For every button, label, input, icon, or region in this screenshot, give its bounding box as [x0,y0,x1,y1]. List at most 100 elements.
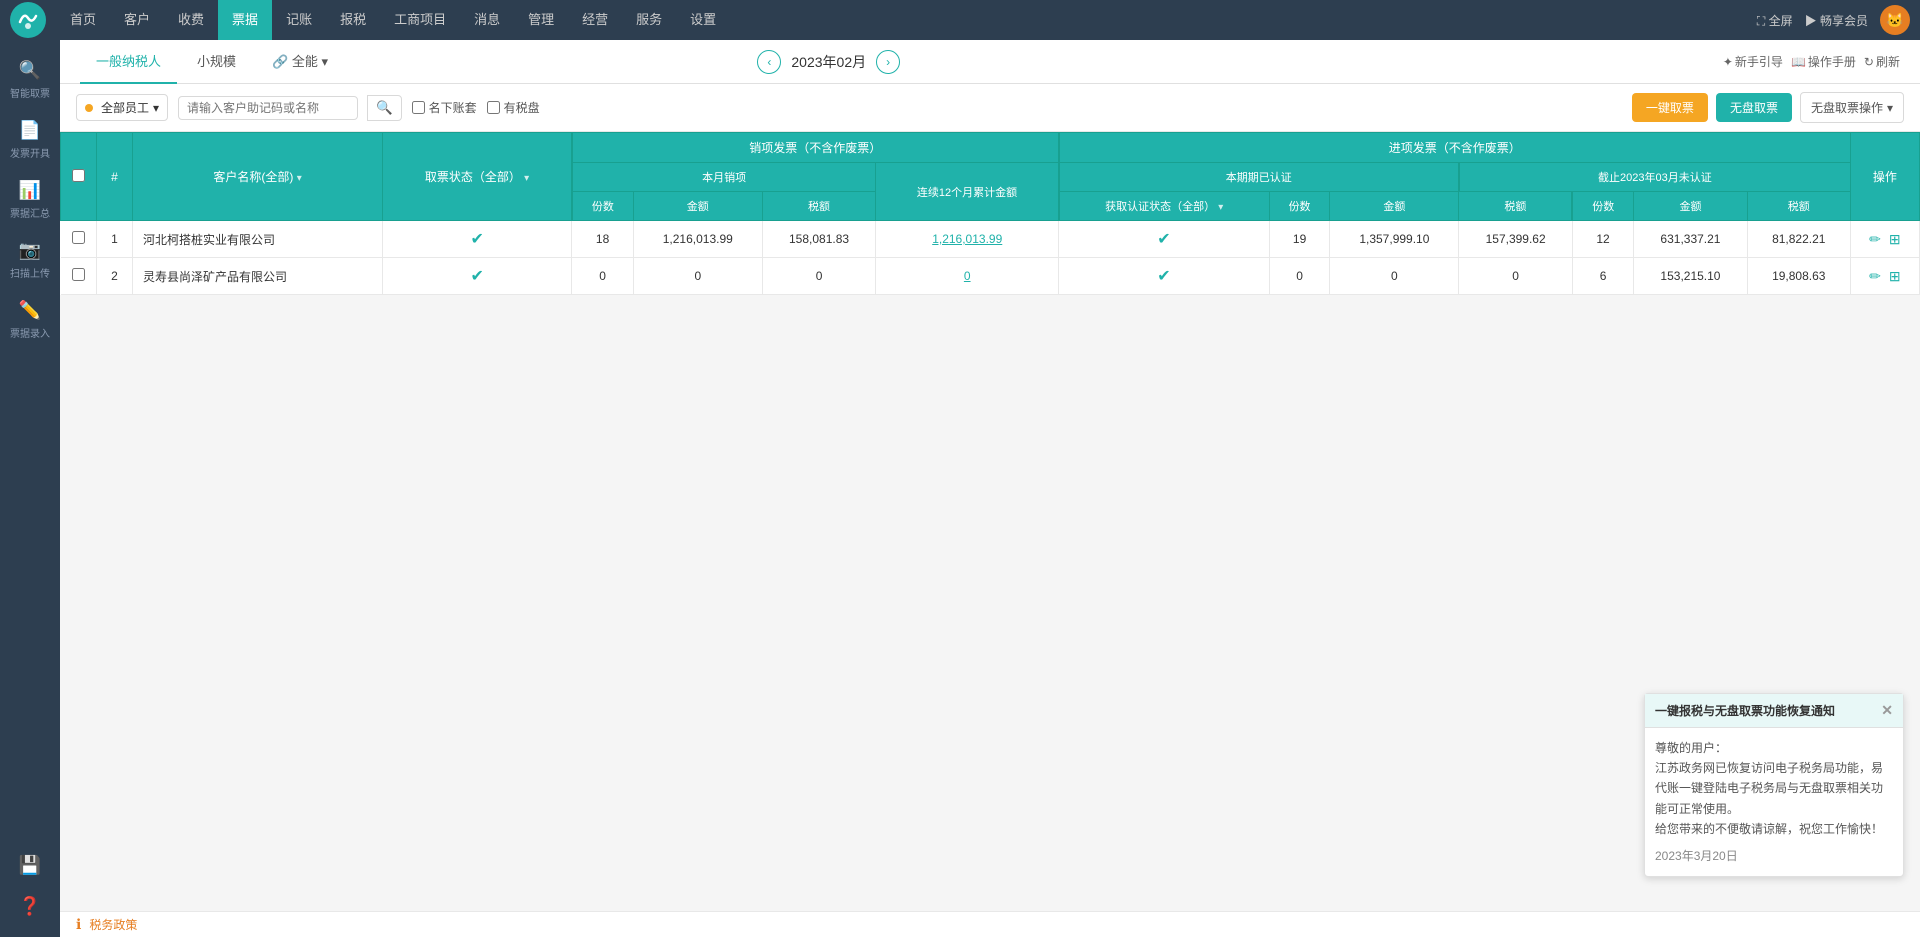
diskless-ops-button[interactable]: 无盘取票操作 ▾ [1800,92,1904,123]
entry-icon: ✏️ [19,300,41,321]
tab-small-scale[interactable]: 小规模 [181,40,252,84]
row-purchase-certified-tax: 157,399.62 [1459,221,1572,258]
smart-invoice-icon: 🔍 [19,60,41,81]
manual-button[interactable]: 📖 操作手册 [1791,53,1856,70]
row-company: 河北柯搭桩实业有限公司 [133,221,383,258]
staff-dot [85,104,93,112]
nav-item-invoice[interactable]: 票据 [218,0,272,40]
row-company: 灵寿县尚泽矿产品有限公司 [133,258,383,295]
save-icon: 💾 [19,855,41,876]
nav-item-manage[interactable]: 管理 [514,0,568,40]
checkbox-account[interactable]: 名下账套 [412,99,477,116]
th-purchase-certified-tax: 税额 [1459,192,1572,221]
member-button[interactable]: ▶ 畅享会员 [1805,12,1868,29]
help-icon: ❓ [19,896,41,917]
th-sales-qty: 份数 [572,192,633,221]
refresh-button[interactable]: ↻ 刷新 [1864,53,1900,70]
th-purchase-certified-amount: 金额 [1330,192,1459,221]
certify-filter-icon[interactable]: ▾ [1218,202,1223,213]
tax-policy-link[interactable]: 税务政策 [89,916,137,933]
cancel-filter-icon[interactable]: ▾ [524,173,529,184]
scan-icon: 📷 [19,240,41,261]
tax-icon: ℹ [76,916,81,933]
nav-item-tax[interactable]: 报税 [326,0,380,40]
open-invoice-icon: 📄 [19,120,41,141]
notification-footer: 给您带来的不便敬请谅解，祝您工作愉快！ [1655,819,1893,839]
row-checkbox[interactable] [61,221,97,258]
table-row: 1 河北柯搭桩实业有限公司 ✔ 18 1,216,013.99 158,081.… [61,221,1920,258]
nav-item-business[interactable]: 工商项目 [380,0,460,40]
sidebar: 🔍 智能取票 📄 发票开具 📊 票据汇总 📷 扫描上传 ✏️ 票据录入 💾 ❓ [0,40,60,937]
row-cumulative[interactable]: 0 [876,258,1059,295]
next-period-button[interactable]: › [876,50,900,74]
checkbox-account-input[interactable] [412,101,425,114]
nav-item-settings[interactable]: 设置 [676,0,730,40]
row-select-checkbox[interactable] [72,268,85,281]
th-cancel-status: 取票状态（全部） ▾ [383,133,572,221]
staff-select[interactable]: 全部员工 ▾ [76,94,168,121]
sidebar-item-open-invoice[interactable]: 📄 发票开具 [0,110,60,170]
row-cancel-status: ✔ [383,221,572,258]
one-click-fetch-button[interactable]: 一键取票 [1632,93,1708,122]
notification-popup: 一键报税与无盘取票功能恢复通知 ✕ 尊敬的用户： 江苏政务网已恢复访问电子税务局… [1644,693,1904,877]
top-nav: 首页 客户 收费 票据 记账 报税 工商项目 消息 管理 经营 服务 设置 ⛶ … [0,0,1920,40]
sidebar-item-scan[interactable]: 📷 扫描上传 [0,230,60,290]
row-select-checkbox[interactable] [72,231,85,244]
search-input[interactable] [178,96,358,120]
row-checkbox[interactable] [61,258,97,295]
toolbar: 全部员工 ▾ 🔍 名下账套 有税盘 一键取票 无盘取票 无盘取票操作 ▾ [60,84,1920,132]
checkbox-taxpad-input[interactable] [487,101,500,114]
notification-body: 尊敬的用户： 江苏政务网已恢复访问电子税务局功能，易代账一键登陆电子税务局与无盘… [1645,728,1903,876]
diskless-fetch-button[interactable]: 无盘取票 [1716,93,1792,122]
nav-item-client[interactable]: 客户 [110,0,164,40]
new-guide-button[interactable]: ✦ 新手引导 [1723,53,1783,70]
table-container: # 客户名称(全部) ▾ 取票状态（全部） ▾ 销项发票（不含作废票） 进项发票… [60,132,1920,295]
logo[interactable] [10,2,46,38]
avatar[interactable]: 🐱 [1880,5,1910,35]
view-icon[interactable]: ⊞ [1889,268,1901,285]
row-purchase-certified-amount: 1,357,999.10 [1330,221,1459,258]
select-all-checkbox[interactable] [72,169,85,182]
prev-period-button[interactable]: ‹ [757,50,781,74]
sidebar-item-smart-invoice[interactable]: 🔍 智能取票 [0,50,60,110]
nav-item-message[interactable]: 消息 [460,0,514,40]
th-purchase-invoice: 进项发票（不含作废票） [1059,133,1851,163]
th-sales-tax: 税额 [762,192,875,221]
tab-dropdown-icon: ▾ [321,54,328,69]
ops-dropdown-icon: ▾ [1887,101,1893,115]
notification-close-button[interactable]: ✕ [1881,702,1893,719]
row-certify-status: ✔ [1059,221,1270,258]
sidebar-item-save[interactable]: 💾 [0,845,60,886]
th-operations: 操作 [1850,133,1919,221]
edit-icon[interactable]: ✏ [1869,231,1881,248]
sidebar-item-entry[interactable]: ✏️ 票据录入 [0,290,60,350]
client-filter-icon[interactable]: ▾ [297,173,302,184]
checkbox-taxpad[interactable]: 有税盘 [487,99,540,116]
sidebar-item-summary[interactable]: 📊 票据汇总 [0,170,60,230]
edit-icon[interactable]: ✏ [1869,268,1881,285]
tab-general-taxpayer[interactable]: 一般纳税人 [80,40,177,84]
staff-dropdown-icon: ▾ [153,101,159,115]
notification-header: 一键报税与无盘取票功能恢复通知 ✕ [1645,694,1903,728]
th-checkbox[interactable] [61,133,97,221]
bottom-bar: ℹ 税务政策 [60,911,1920,937]
th-purchase-certified-qty: 份数 [1269,192,1330,221]
sidebar-item-help[interactable]: ❓ [0,886,60,927]
fullscreen-button[interactable]: ⛶ 全屏 [1757,12,1793,29]
row-no: 1 [97,221,133,258]
view-icon[interactable]: ⊞ [1889,231,1901,248]
th-this-term-certified: 本期期已认证 [1059,163,1459,192]
nav-item-fees[interactable]: 收费 [164,0,218,40]
row-certify-status: ✔ [1059,258,1270,295]
row-cumulative[interactable]: 1,216,013.99 [876,221,1059,258]
nav-item-accounting[interactable]: 记账 [272,0,326,40]
tab-universal[interactable]: 🔗 全能 ▾ [256,40,344,84]
nav-item-home[interactable]: 首页 [56,0,110,40]
row-cancel-status: ✔ [383,258,572,295]
th-purchase-uncert-tax: 税额 [1747,192,1850,221]
nav-item-operation[interactable]: 经营 [568,0,622,40]
row-purchase-certified-qty: 19 [1269,221,1330,258]
nav-item-service[interactable]: 服务 [622,0,676,40]
row-purchase-certified-qty: 0 [1269,258,1330,295]
search-button[interactable]: 🔍 [367,95,402,121]
